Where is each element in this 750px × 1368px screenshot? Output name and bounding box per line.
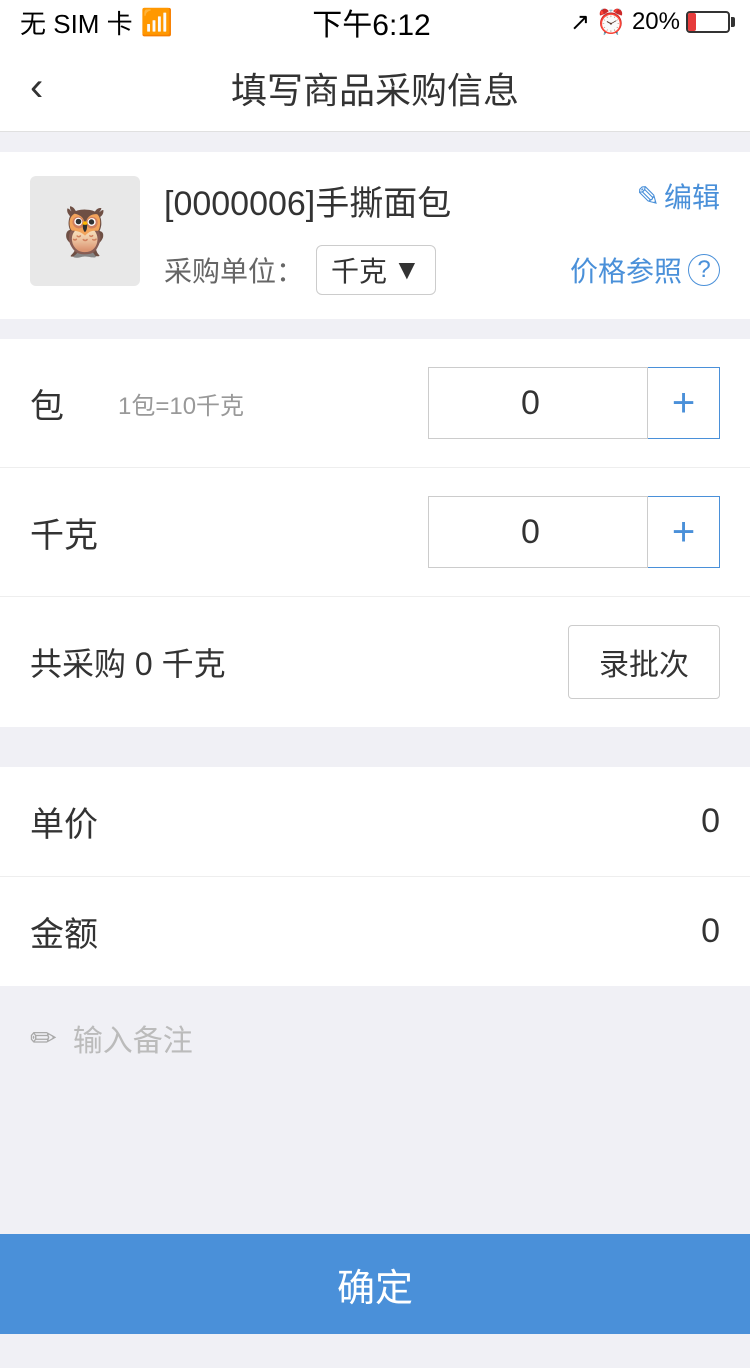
kg-label: 千克 — [30, 508, 110, 557]
info-icon: ? — [688, 254, 720, 286]
bao-quantity-input[interactable] — [428, 367, 648, 439]
divider-1 — [0, 319, 750, 339]
battery-indicator — [686, 11, 730, 33]
kg-plus-button[interactable]: + — [648, 496, 720, 568]
product-image: 🦉 — [30, 176, 140, 286]
total-row: 共采购 0 千克 录批次 — [0, 597, 750, 727]
amount-row: 金额 0 — [0, 877, 750, 986]
remark-placeholder: 输入备注 — [73, 1016, 193, 1060]
price-reference-button[interactable]: 价格参照 ? — [570, 250, 720, 290]
product-unit-row: 采购单位： 千克 ▼ 价格参照 ? — [164, 245, 720, 295]
remark-section[interactable]: ✏ 输入备注 — [0, 988, 750, 1088]
edit-button[interactable]: ✎ 编辑 — [637, 176, 720, 216]
divider-2 — [0, 727, 750, 747]
kg-input-row: 千克 + — [0, 468, 750, 597]
bao-plus-button[interactable]: + — [648, 367, 720, 439]
status-left: 无 SIM 卡 📶 — [20, 4, 173, 41]
product-name: [0000006]手撕面包 — [164, 176, 451, 225]
edit-icon: ✎ — [637, 180, 660, 213]
wifi-icon: 📶 — [141, 7, 173, 38]
price-section: 单价 0 金额 0 — [0, 767, 750, 986]
kg-quantity-input[interactable] — [428, 496, 648, 568]
sim-label: 无 SIM 卡 — [20, 4, 133, 41]
product-logo: 🦉 — [55, 203, 115, 260]
unit-price-value: 0 — [701, 802, 720, 841]
pencil-icon: ✏ — [30, 1019, 57, 1057]
total-purchase-text: 共采购 0 千克 — [30, 639, 226, 685]
nav-bar: ‹ 填写商品采购信息 — [0, 44, 750, 132]
status-bar: 无 SIM 卡 📶 下午6:12 ↗ ⏰ 20% — [0, 0, 750, 44]
product-top-row: [0000006]手撕面包 ✎ 编辑 — [164, 176, 720, 225]
unit-price-row: 单价 0 — [0, 767, 750, 877]
battery-pct: 20% — [632, 8, 680, 36]
product-card: 🦉 [0000006]手撕面包 ✎ 编辑 采购单位： 千克 ▼ 价格参照 ? — [0, 152, 750, 319]
bao-sublabel: 1包=10千克 — [118, 386, 244, 421]
bao-input-row: 包 1包=10千克 + — [0, 339, 750, 468]
batch-record-button[interactable]: 录批次 — [568, 625, 720, 699]
product-info: [0000006]手撕面包 ✎ 编辑 采购单位： 千克 ▼ 价格参照 ? — [164, 176, 720, 295]
location-icon: ↗ — [570, 8, 590, 37]
chevron-down-icon: ▼ — [393, 254, 421, 286]
page-title: 填写商品采购信息 — [231, 62, 519, 114]
bao-input-control: + — [428, 367, 720, 439]
unit-price-label: 单价 — [30, 797, 98, 846]
unit-prefix-label: 采购单位： — [164, 250, 304, 290]
amount-value: 0 — [701, 912, 720, 951]
kg-input-control: + — [428, 496, 720, 568]
unit-selector-group: 采购单位： 千克 ▼ — [164, 245, 436, 295]
status-time: 下午6:12 — [312, 0, 430, 44]
bao-input-section: 包 1包=10千克 + 千克 + — [0, 339, 750, 597]
back-button[interactable]: ‹ — [30, 55, 53, 120]
alarm-icon: ⏰ — [596, 8, 626, 37]
battery-fill — [688, 13, 696, 31]
confirm-button[interactable]: 确定 — [0, 1234, 750, 1334]
amount-label: 金额 — [30, 907, 98, 956]
unit-select-dropdown[interactable]: 千克 ▼ — [316, 245, 436, 295]
bao-label: 包 — [30, 379, 110, 428]
status-right: ↗ ⏰ 20% — [570, 8, 730, 37]
